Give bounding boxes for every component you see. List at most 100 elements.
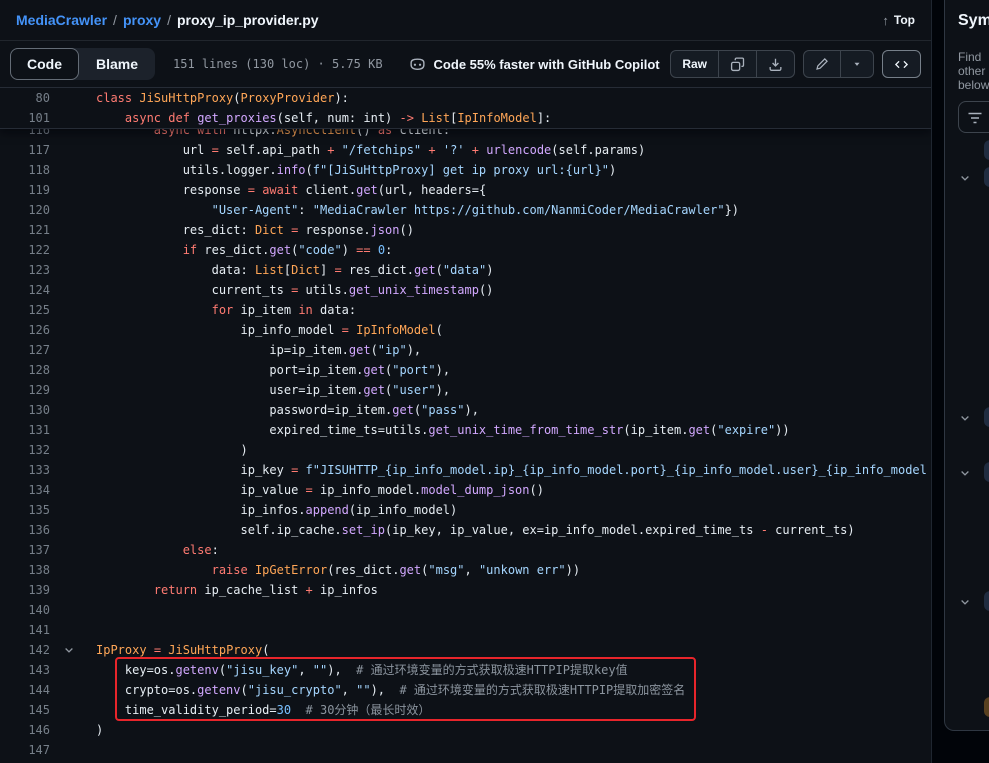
- fold-toggle[interactable]: [50, 640, 96, 660]
- code-line[interactable]: 124 current_ts = utils.get_unix_timestam…: [0, 280, 931, 300]
- code-line[interactable]: 130 password=ip_item.get("pass"),: [0, 400, 931, 420]
- code-line[interactable]: 123 data: List[Dict] = res_dict.get("dat…: [0, 260, 931, 280]
- code-line[interactable]: 138 raise IpGetError(res_dict.get("msg",…: [0, 560, 931, 580]
- code-line[interactable]: 136 self.ip_cache.set_ip(ip_key, ip_valu…: [0, 520, 931, 540]
- line-number[interactable]: 133: [0, 460, 50, 480]
- breadcrumb-folder-link[interactable]: proxy: [123, 12, 161, 28]
- line-number[interactable]: 144: [0, 680, 50, 700]
- code-line[interactable]: 129 user=ip_item.get("user"),: [0, 380, 931, 400]
- code-line[interactable]: 135 ip_infos.append(ip_info_model): [0, 500, 931, 520]
- copy-button[interactable]: [718, 51, 756, 77]
- code-line[interactable]: 134 ip_value = ip_info_model.model_dump_…: [0, 480, 931, 500]
- line-number[interactable]: 146: [0, 720, 50, 740]
- code-text: url = self.api_path + "/fetchips" + '?' …: [96, 140, 645, 160]
- line-number[interactable]: 80: [0, 88, 50, 108]
- filter-button[interactable]: [958, 101, 989, 133]
- code-line[interactable]: 121 res_dict: Dict = response.json(): [0, 220, 931, 240]
- code-line[interactable]: 147: [0, 740, 931, 760]
- line-number[interactable]: 136: [0, 520, 50, 540]
- symbol-chip[interactable]: [984, 462, 989, 482]
- line-number[interactable]: 117: [0, 140, 50, 160]
- line-number[interactable]: 121: [0, 220, 50, 240]
- symbols-toggle-button[interactable]: [883, 51, 920, 77]
- tab-blame[interactable]: Blame: [79, 48, 155, 80]
- gutter: [50, 129, 96, 140]
- gutter: [50, 740, 96, 760]
- line-number[interactable]: 127: [0, 340, 50, 360]
- symbol-row[interactable]: [945, 462, 989, 482]
- code-line[interactable]: 139 return ip_cache_list + ip_infos: [0, 580, 931, 600]
- line-number[interactable]: 118: [0, 160, 50, 180]
- code-line[interactable]: 101 async def get_proxies(self, num: int…: [0, 108, 931, 128]
- line-number[interactable]: 132: [0, 440, 50, 460]
- code-line[interactable]: 143 key=os.getenv("jisu_key", ""), # 通过环…: [0, 660, 931, 680]
- code-line[interactable]: 127 ip=ip_item.get("ip"),: [0, 340, 931, 360]
- code-line[interactable]: 128 port=ip_item.get("port"),: [0, 360, 931, 380]
- raw-button[interactable]: Raw: [671, 51, 718, 77]
- line-number[interactable]: 143: [0, 660, 50, 680]
- symbol-row[interactable]: [945, 167, 989, 187]
- line-number[interactable]: 122: [0, 240, 50, 260]
- line-number[interactable]: 145: [0, 700, 50, 720]
- breadcrumb-repo-link[interactable]: MediaCrawler: [16, 12, 107, 28]
- code-line[interactable]: 144 crypto=os.getenv("jisu_crypto", ""),…: [0, 680, 931, 700]
- line-number[interactable]: 131: [0, 420, 50, 440]
- line-number[interactable]: 138: [0, 560, 50, 580]
- line-number[interactable]: 137: [0, 540, 50, 560]
- back-to-top-link[interactable]: ↑ Top: [882, 13, 915, 28]
- download-button[interactable]: [756, 51, 794, 77]
- code-line[interactable]: 119 response = await client.get(url, hea…: [0, 180, 931, 200]
- line-number[interactable]: 135: [0, 500, 50, 520]
- code-line[interactable]: 142IpProxy = JiSuHttpProxy(: [0, 640, 931, 660]
- line-number[interactable]: 101: [0, 108, 50, 128]
- edit-dropdown-button[interactable]: [840, 51, 873, 77]
- line-number[interactable]: 142: [0, 640, 50, 660]
- code-line[interactable]: 131 expired_time_ts=utils.get_unix_time_…: [0, 420, 931, 440]
- line-number[interactable]: 125: [0, 300, 50, 320]
- code-line[interactable]: 118 utils.logger.info(f"[JiSuHttpProxy] …: [0, 160, 931, 180]
- code-line[interactable]: 117 url = self.api_path + "/fetchips" + …: [0, 140, 931, 160]
- clipped-code-line: 116 async with httpx.AsyncClient() as cl…: [0, 129, 931, 140]
- code-line[interactable]: 126 ip_info_model = IpInfoModel(: [0, 320, 931, 340]
- code-line[interactable]: 125 for ip_item in data:: [0, 300, 931, 320]
- code-line[interactable]: 140: [0, 600, 931, 620]
- gutter: [50, 600, 96, 620]
- code-line[interactable]: 137 else:: [0, 540, 931, 560]
- symbol-row[interactable]: [945, 140, 989, 160]
- line-number[interactable]: 123: [0, 260, 50, 280]
- code-line[interactable]: 120 "User-Agent": "MediaCrawler https://…: [0, 200, 931, 220]
- code-line[interactable]: 116 async with httpx.AsyncClient() as cl…: [0, 129, 931, 140]
- tab-code[interactable]: Code: [10, 48, 79, 80]
- symbol-chip[interactable]: [984, 591, 989, 611]
- code-text: port=ip_item.get("port"),: [96, 360, 450, 380]
- line-number[interactable]: 124: [0, 280, 50, 300]
- code-line[interactable]: 80class JiSuHttpProxy(ProxyProvider):: [0, 88, 931, 108]
- line-number[interactable]: 120: [0, 200, 50, 220]
- symbol-chip[interactable]: [984, 407, 989, 427]
- code-line[interactable]: 122 if res_dict.get("code") == 0:: [0, 240, 931, 260]
- code-line[interactable]: 145 time_validity_period=30 # 30分钟（最长时效）: [0, 700, 931, 720]
- line-number[interactable]: 139: [0, 580, 50, 600]
- line-number[interactable]: 128: [0, 360, 50, 380]
- code-line[interactable]: 132 ): [0, 440, 931, 460]
- code-line[interactable]: 141: [0, 620, 931, 640]
- line-number[interactable]: 140: [0, 600, 50, 620]
- line-number[interactable]: 129: [0, 380, 50, 400]
- line-number[interactable]: 130: [0, 400, 50, 420]
- line-number[interactable]: 134: [0, 480, 50, 500]
- code-brackets-icon: [894, 57, 909, 72]
- symbol-row[interactable]: [945, 697, 989, 717]
- line-number[interactable]: 141: [0, 620, 50, 640]
- line-number[interactable]: 147: [0, 740, 50, 760]
- symbol-row[interactable]: [945, 591, 989, 611]
- symbol-chip[interactable]: [984, 140, 989, 160]
- symbol-row[interactable]: [945, 407, 989, 427]
- code-line[interactable]: 146): [0, 720, 931, 740]
- edit-button[interactable]: [804, 51, 840, 77]
- code-line[interactable]: 133 ip_key = f"JISUHTTP_{ip_info_model.i…: [0, 460, 931, 480]
- line-number[interactable]: 126: [0, 320, 50, 340]
- symbol-chip[interactable]: [984, 697, 989, 717]
- line-number[interactable]: 116: [0, 129, 50, 140]
- symbol-chip[interactable]: [984, 167, 989, 187]
- line-number[interactable]: 119: [0, 180, 50, 200]
